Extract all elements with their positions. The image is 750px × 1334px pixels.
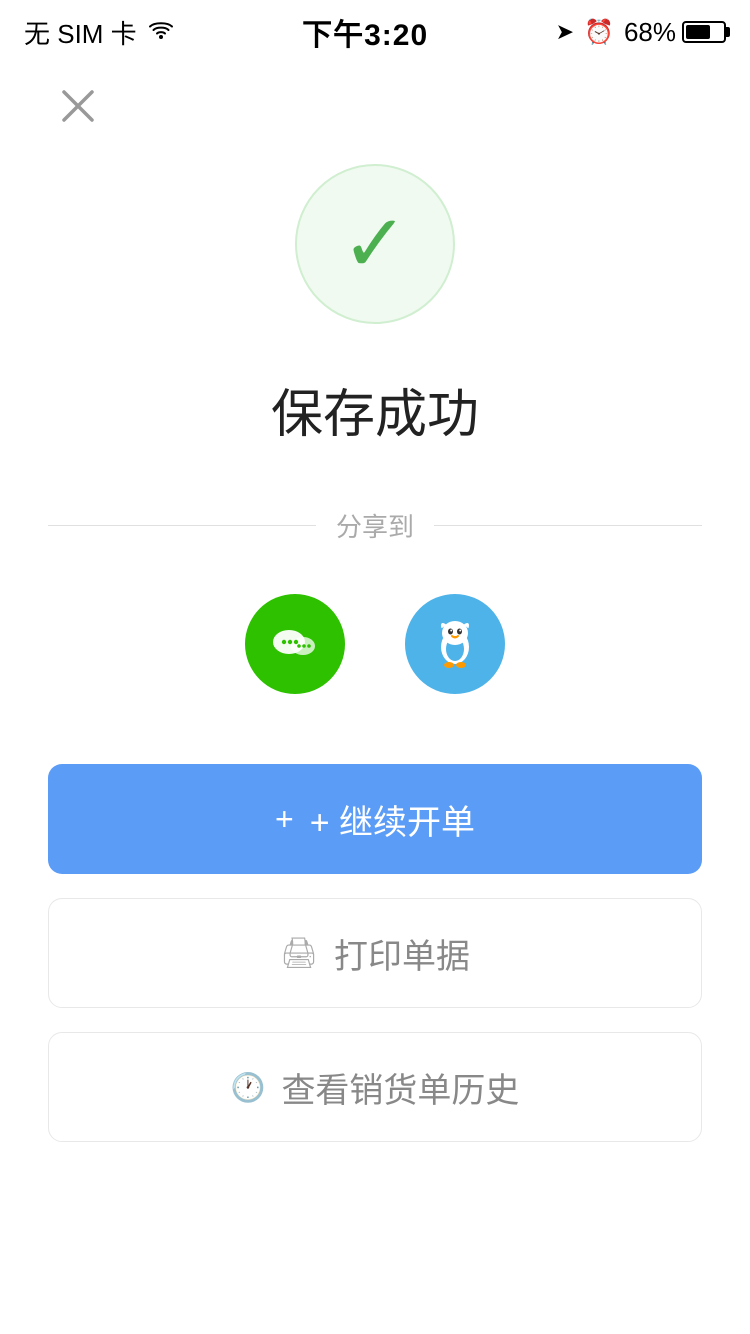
print-button[interactable]: 🖨 打印单据: [48, 898, 702, 1008]
wifi-icon: [147, 17, 175, 48]
status-left: 无 SIM 卡: [24, 14, 175, 51]
main-content: ✓ 保存成功 分享到: [0, 64, 750, 1142]
history-label: 查看销货单历史: [281, 1063, 519, 1112]
share-divider: 分享到: [48, 507, 702, 544]
battery-indicator: 68%: [624, 17, 726, 48]
location-icon: ➤: [556, 19, 574, 45]
status-bar: 无 SIM 卡 下午3:20 ➤ ⏰ 68%: [0, 0, 750, 64]
history-button[interactable]: 🕐 查看销货单历史: [48, 1032, 702, 1142]
success-icon-circle: ✓: [295, 164, 455, 324]
continue-button[interactable]: + + 继续开单: [48, 764, 702, 874]
divider-left: [48, 525, 316, 526]
battery-icon: [682, 21, 726, 43]
print-icon: 🖨: [280, 936, 318, 971]
time-display: 下午3:20: [302, 10, 428, 54]
wechat-share-button[interactable]: [245, 594, 345, 694]
actions-section: + + 继续开单 🖨 打印单据 🕐 查看销货单历史: [48, 764, 702, 1142]
checkmark-icon: ✓: [341, 204, 408, 284]
divider-right: [434, 525, 702, 526]
share-label: 分享到: [336, 507, 414, 544]
print-label: 打印单据: [334, 929, 470, 978]
continue-icon: +: [275, 801, 294, 838]
qq-share-button[interactable]: [405, 594, 505, 694]
history-icon: 🕐: [231, 1071, 266, 1104]
battery-label: 68%: [624, 17, 676, 48]
status-right: ➤ ⏰ 68%: [556, 17, 726, 48]
success-title: 保存成功: [271, 372, 479, 447]
carrier-label: 无 SIM 卡: [24, 14, 137, 51]
continue-label: + 继续开单: [310, 795, 475, 844]
alarm-icon: ⏰: [584, 18, 614, 47]
share-row: [245, 594, 505, 694]
